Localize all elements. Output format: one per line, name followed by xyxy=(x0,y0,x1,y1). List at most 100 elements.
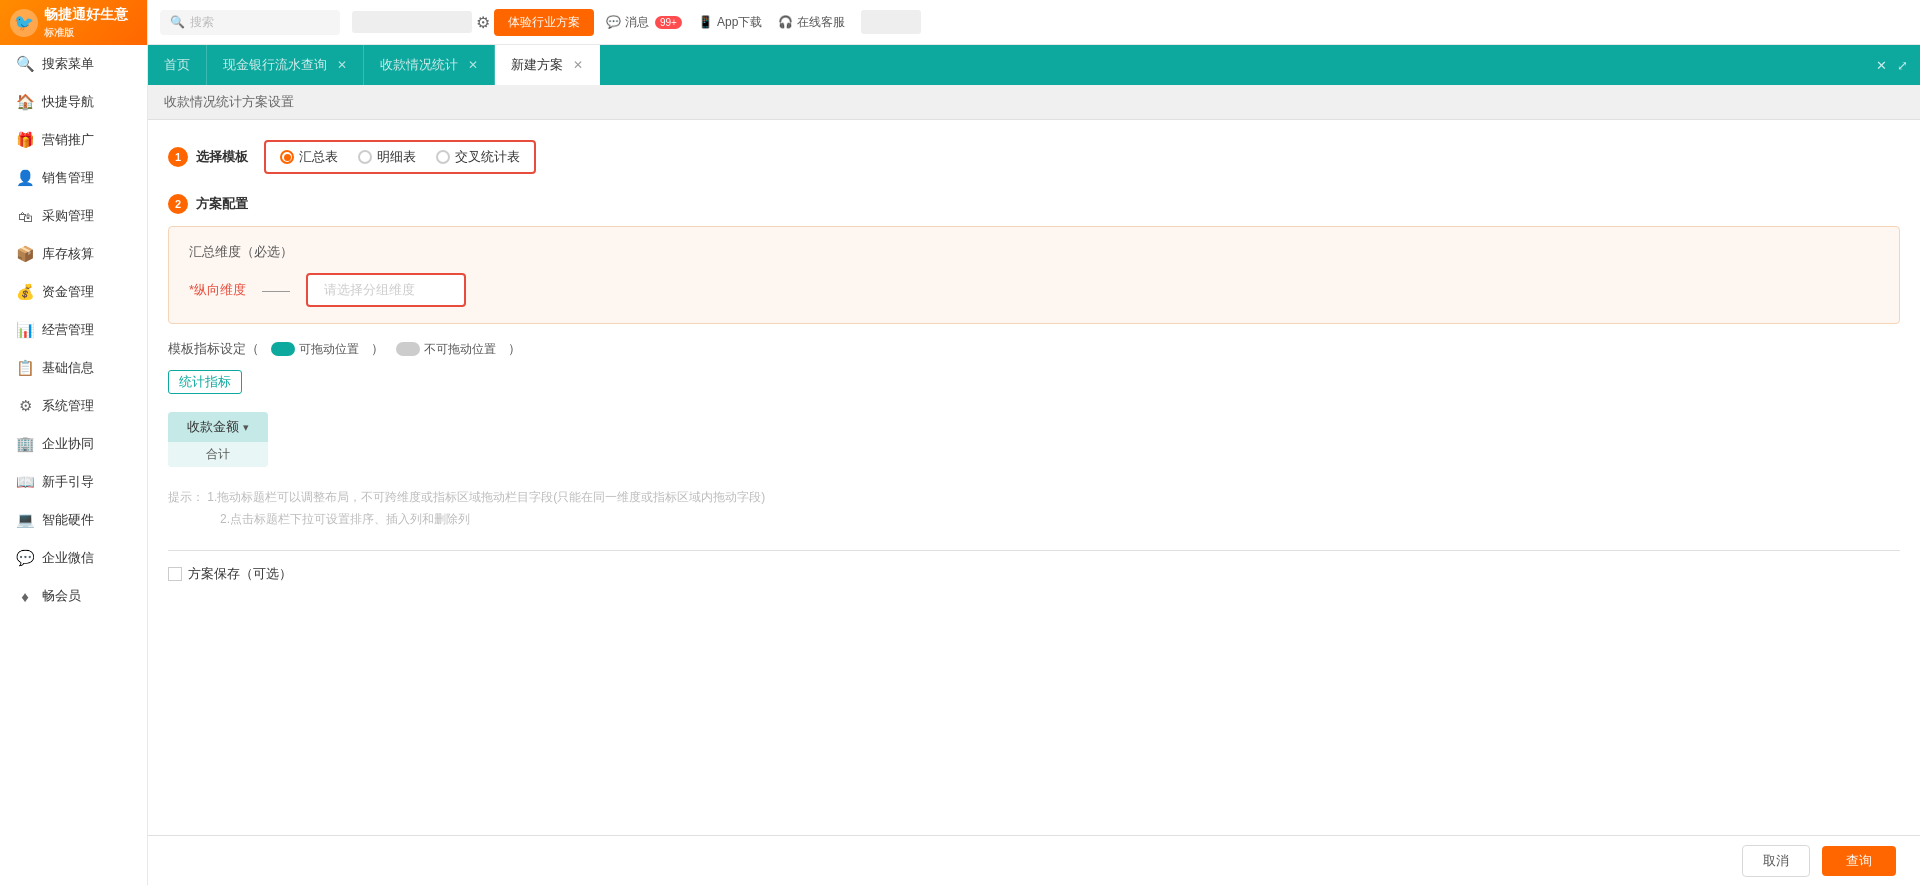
radio-cross[interactable]: 交叉统计表 xyxy=(436,148,520,166)
dimension-title: 汇总维度（必选） xyxy=(189,243,1879,261)
sidebar-item-label: 企业微信 xyxy=(42,549,94,567)
dimension-area: 汇总维度（必选） *纵向维度 —— 请选择分组维度 xyxy=(168,226,1900,324)
sidebar-item-system[interactable]: ⚙ 系统管理 xyxy=(0,387,147,425)
metric-card-amount: 收款金额 ▾ 合计 xyxy=(168,412,268,467)
dimension-row: *纵向维度 —— 请选择分组维度 xyxy=(189,273,1879,307)
dimension-row-label: *纵向维度 xyxy=(189,281,246,299)
sidebar-item-label: 采购管理 xyxy=(42,207,94,225)
save-plan-label: 方案保存（可选） xyxy=(188,565,292,583)
sidebar-item-guide[interactable]: 📖 新手引导 xyxy=(0,463,147,501)
message-btn[interactable]: 💬 消息 99+ xyxy=(606,14,682,31)
sidebar-item-label: 基础信息 xyxy=(42,359,94,377)
arrow-icon: —— xyxy=(262,282,290,298)
step2-section: 2 方案配置 汇总维度（必选） *纵向维度 —— 请选择分组维度 xyxy=(168,194,1900,530)
sidebar-item-operation[interactable]: 📊 经营管理 xyxy=(0,311,147,349)
sidebar: 🐦 畅捷通好生意 标准版 🔍 搜索菜单 🏠 快捷导航 🎁 营销推广 👤 销售管理… xyxy=(0,0,148,885)
settings-icon[interactable]: ⚙ xyxy=(476,13,490,32)
sidebar-item-marketing[interactable]: 🎁 营销推广 xyxy=(0,121,147,159)
sidebar-item-quick-nav[interactable]: 🏠 快捷导航 xyxy=(0,83,147,121)
radio-cross-circle xyxy=(436,150,450,164)
quick-nav-icon: 🏠 xyxy=(16,93,34,111)
sidebar-item-wechat[interactable]: 💬 企业微信 xyxy=(0,539,147,577)
sidebar-item-sales[interactable]: 👤 销售管理 xyxy=(0,159,147,197)
sidebar-item-member[interactable]: ♦ 畅会员 xyxy=(0,577,147,615)
step2-header: 2 方案配置 xyxy=(168,194,1900,214)
online-service-btn[interactable]: 🎧 在线客服 xyxy=(778,14,845,31)
tab-new-plan-label: 新建方案 xyxy=(511,56,563,74)
query-button[interactable]: 查询 xyxy=(1822,846,1896,876)
sidebar-item-label: 经营管理 xyxy=(42,321,94,339)
topbar-center: ⚙ 体验行业方案 xyxy=(352,9,594,36)
template-radio-group: 汇总表 明细表 交叉统计表 xyxy=(264,140,536,174)
purchase-icon: 🛍 xyxy=(16,207,34,225)
stats-label: 统计指标 xyxy=(168,370,242,394)
search-placeholder: 搜索 xyxy=(190,14,214,31)
main-area: 🔍 搜索 ⚙ 体验行业方案 💬 消息 99+ 📱 App下载 🎧 在线客服 xyxy=(148,0,1920,885)
save-plan-checkbox-label[interactable]: 方案保存（可选） xyxy=(168,565,1900,583)
search-box[interactable]: 🔍 搜索 xyxy=(160,10,340,35)
tip-line1: 提示： 1.拖动标题栏可以调整布局，不可跨维度或指标区域拖动栏目字段(只能在同一… xyxy=(168,487,1900,509)
sidebar-item-label: 资金管理 xyxy=(42,283,94,301)
tabbar: 首页 现金银行流水查询 ✕ 收款情况统计 ✕ 新建方案 ✕ ✕ ⤢ xyxy=(148,45,1920,85)
drag-on-indicator xyxy=(271,342,295,356)
tab-bank-flow-close[interactable]: ✕ xyxy=(337,58,347,72)
tab-home-label: 首页 xyxy=(164,56,190,74)
page-body: 1 选择模板 汇总表 明细表 交叉统计表 xyxy=(148,120,1920,835)
topbar-right: 💬 消息 99+ 📱 App下载 🎧 在线客服 xyxy=(606,10,921,34)
tab-new-plan-close[interactable]: ✕ xyxy=(573,58,583,72)
metric-card-header: 收款金额 ▾ xyxy=(168,412,268,442)
sidebar-item-label: 畅会员 xyxy=(42,587,81,605)
sidebar-nav: 🔍 搜索菜单 🏠 快捷导航 🎁 营销推广 👤 销售管理 🛍 采购管理 📦 库存核… xyxy=(0,45,147,885)
tab-bank-flow[interactable]: 现金银行流水查询 ✕ xyxy=(207,45,364,85)
sidebar-item-label: 系统管理 xyxy=(42,397,94,415)
sales-icon: 👤 xyxy=(16,169,34,187)
user-avatar[interactable] xyxy=(861,10,921,34)
radio-detail[interactable]: 明细表 xyxy=(358,148,416,166)
close-window-icon[interactable]: ✕ xyxy=(1876,58,1887,73)
tab-receipt-stats[interactable]: 收款情况统计 ✕ xyxy=(364,45,495,85)
save-plan-checkbox[interactable] xyxy=(168,567,182,581)
tab-home[interactable]: 首页 xyxy=(148,45,207,85)
tab-new-plan[interactable]: 新建方案 ✕ xyxy=(495,45,600,85)
step1-header: 1 选择模板 汇总表 明细表 交叉统计表 xyxy=(168,140,1900,174)
content-area: 收款情况统计方案设置 1 选择模板 汇总表 明细表 xyxy=(148,85,1920,835)
metrics-header: 模板指标设定（ 可拖动位置 ） 不可拖动位置 ） xyxy=(168,340,1900,358)
step1-title: 选择模板 xyxy=(196,148,248,166)
system-icon: ⚙ xyxy=(16,397,34,415)
radio-summary[interactable]: 汇总表 xyxy=(280,148,338,166)
tab-receipt-stats-close[interactable]: ✕ xyxy=(468,58,478,72)
sidebar-item-basic-info[interactable]: 📋 基础信息 xyxy=(0,349,147,387)
step2-number: 2 xyxy=(168,194,188,214)
sidebar-item-inventory[interactable]: 📦 库存核算 xyxy=(0,235,147,273)
radio-summary-circle xyxy=(280,150,294,164)
sidebar-item-finance[interactable]: 💰 资金管理 xyxy=(0,273,147,311)
no-drag-label: 不可拖动位置 xyxy=(424,341,496,358)
metrics-header-title: 模板指标设定（ xyxy=(168,340,259,358)
search-icon: 🔍 xyxy=(170,15,185,29)
cancel-button[interactable]: 取消 xyxy=(1742,845,1810,877)
industry-btn[interactable]: 体验行业方案 xyxy=(494,9,594,36)
tab-bank-flow-label: 现金银行流水查询 xyxy=(223,56,327,74)
wechat-icon: 💬 xyxy=(16,549,34,567)
brand-name: 畅捷通好生意 xyxy=(44,6,128,24)
message-icon: 💬 xyxy=(606,15,621,29)
sidebar-item-label: 企业协同 xyxy=(42,435,94,453)
step1-number: 1 xyxy=(168,147,188,167)
sidebar-item-purchase[interactable]: 🛍 采购管理 xyxy=(0,197,147,235)
message-badge: 99+ xyxy=(655,16,682,29)
chevron-down-icon[interactable]: ▾ xyxy=(243,421,249,434)
sidebar-item-search-menu[interactable]: 🔍 搜索菜单 xyxy=(0,45,147,83)
sidebar-item-enterprise[interactable]: 🏢 企业协同 xyxy=(0,425,147,463)
maximize-window-icon[interactable]: ⤢ xyxy=(1897,58,1908,73)
sidebar-item-hardware[interactable]: 💻 智能硬件 xyxy=(0,501,147,539)
metrics-section: 模板指标设定（ 可拖动位置 ） 不可拖动位置 ） 统计指标 xyxy=(168,340,1900,467)
drag-label: 可拖动位置 xyxy=(299,341,359,358)
breadcrumb: 收款情况统计方案设置 xyxy=(164,94,294,109)
footer-section: 方案保存（可选） xyxy=(168,550,1900,583)
app-download-btn[interactable]: 📱 App下载 xyxy=(698,14,762,31)
dimension-select[interactable]: 请选择分组维度 xyxy=(306,273,466,307)
marketing-icon: 🎁 xyxy=(16,131,34,149)
service-icon: 🎧 xyxy=(778,15,793,29)
sidebar-item-label: 营销推广 xyxy=(42,131,94,149)
nav-breadcrumb xyxy=(352,11,472,33)
